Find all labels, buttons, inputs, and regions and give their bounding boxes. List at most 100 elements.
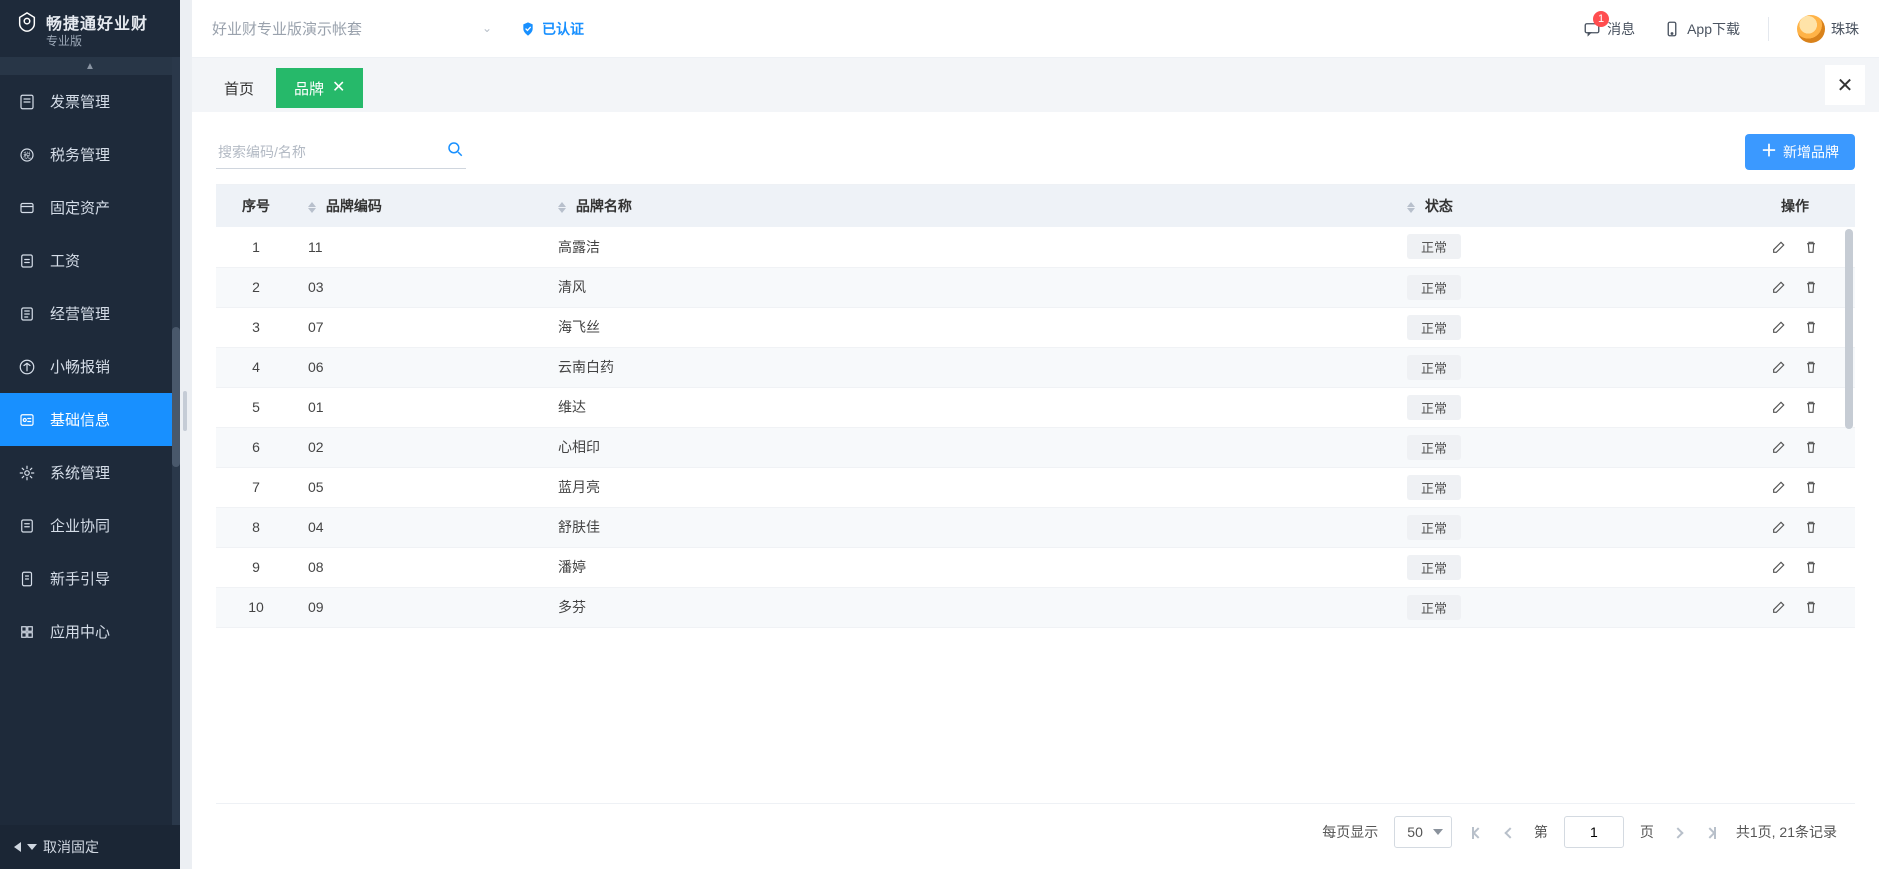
cell-seq: 2	[216, 267, 296, 307]
sidebar-item-collab[interactable]: 企业协同	[0, 499, 180, 552]
verified-badge[interactable]: 已认证	[520, 19, 584, 39]
sidebar-item-invoice[interactable]: 发票管理	[0, 75, 180, 128]
pager-last[interactable]	[1702, 820, 1720, 844]
table-row[interactable]: 406云南白药正常	[216, 347, 1855, 387]
delete-icon[interactable]	[1803, 439, 1819, 455]
edit-icon[interactable]	[1771, 479, 1787, 495]
sidebar-item-apps[interactable]: 应用中心	[0, 605, 180, 658]
cell-name: 心相印	[546, 427, 1395, 467]
system-icon	[18, 464, 36, 482]
sidebar-item-label: 企业协同	[50, 515, 110, 536]
status-badge: 正常	[1407, 234, 1461, 259]
sort-icon[interactable]	[1407, 202, 1415, 213]
cell-status: 正常	[1395, 227, 1735, 267]
cell-name: 维达	[546, 387, 1395, 427]
sidebar-unpin-button[interactable]: 取消固定	[0, 825, 180, 869]
table-row[interactable]: 705蓝月亮正常	[216, 467, 1855, 507]
per-page-select[interactable]: 50	[1394, 816, 1452, 848]
sidebar-splitter[interactable]	[180, 0, 192, 869]
tabs-close-all[interactable]: ✕	[1825, 65, 1865, 105]
search-icon[interactable]	[446, 140, 464, 158]
table-row[interactable]: 307海飞丝正常	[216, 307, 1855, 347]
cell-name: 清风	[546, 267, 1395, 307]
search-input[interactable]	[216, 136, 466, 169]
edit-icon[interactable]	[1771, 239, 1787, 255]
tab-home-label: 首页	[224, 78, 254, 99]
tab-brand-label: 品牌	[294, 78, 324, 99]
sidebar-item-basic[interactable]: 基础信息	[0, 393, 180, 446]
add-brand-button[interactable]: ＋ 新增品牌	[1745, 134, 1855, 170]
table-row[interactable]: 501维达正常	[216, 387, 1855, 427]
app-download-button[interactable]: App下载	[1663, 19, 1740, 39]
th-name[interactable]: 品牌名称	[546, 185, 1395, 227]
cell-seq: 7	[216, 467, 296, 507]
sidebar-item-operate[interactable]: 经营管理	[0, 287, 180, 340]
table-row[interactable]: 804舒肤佳正常	[216, 507, 1855, 547]
cell-ops	[1735, 307, 1855, 347]
table-row[interactable]: 203清风正常	[216, 267, 1855, 307]
cell-name: 潘婷	[546, 547, 1395, 587]
close-icon[interactable]: ✕	[332, 80, 345, 96]
delete-icon[interactable]	[1803, 279, 1819, 295]
sidebar-item-asset[interactable]: 固定资产	[0, 181, 180, 234]
sort-icon[interactable]	[308, 202, 316, 213]
cell-seq: 1	[216, 227, 296, 267]
reimburse-icon	[18, 358, 36, 376]
edit-icon[interactable]	[1771, 439, 1787, 455]
account-select[interactable]: 好业财专业版演示帐套 ⌄	[212, 18, 492, 40]
th-code[interactable]: 品牌编码	[296, 185, 546, 227]
pager-next[interactable]	[1670, 820, 1686, 844]
cell-name: 云南白药	[546, 347, 1395, 387]
table-row[interactable]: 1009多芬正常	[216, 587, 1855, 627]
sidebar-scroll-up-hint[interactable]: ▲	[0, 57, 180, 75]
edit-icon[interactable]	[1771, 599, 1787, 615]
delete-icon[interactable]	[1803, 599, 1819, 615]
status-badge: 正常	[1407, 315, 1461, 340]
messages-button[interactable]: 1 消息	[1583, 19, 1635, 39]
page-number-input[interactable]	[1564, 816, 1624, 848]
cell-status: 正常	[1395, 307, 1735, 347]
pager-first[interactable]	[1468, 820, 1486, 844]
edit-icon[interactable]	[1771, 359, 1787, 375]
sidebar-item-tax[interactable]: 税税务管理	[0, 128, 180, 181]
edit-icon[interactable]	[1771, 399, 1787, 415]
sidebar-item-guide[interactable]: 新手引导	[0, 552, 180, 605]
plus-icon: ＋	[1761, 144, 1777, 160]
delete-icon[interactable]	[1803, 399, 1819, 415]
app-download-label: App下载	[1687, 19, 1740, 39]
sidebar-item-salary[interactable]: 工资	[0, 234, 180, 287]
delete-icon[interactable]	[1803, 519, 1819, 535]
table-row[interactable]: 111高露洁正常	[216, 227, 1855, 267]
cell-name: 高露洁	[546, 227, 1395, 267]
table-row[interactable]: 602心相印正常	[216, 427, 1855, 467]
edit-icon[interactable]	[1771, 319, 1787, 335]
delete-icon[interactable]	[1803, 239, 1819, 255]
sort-icon[interactable]	[558, 202, 566, 213]
delete-icon[interactable]	[1803, 559, 1819, 575]
cell-code: 09	[296, 587, 546, 627]
tab-brand[interactable]: 品牌 ✕	[276, 68, 363, 108]
pager-prev[interactable]	[1502, 820, 1518, 844]
edit-icon[interactable]	[1771, 279, 1787, 295]
page-suffix: 页	[1640, 822, 1654, 842]
sidebar-scrollbar-thumb[interactable]	[172, 327, 180, 467]
user-menu[interactable]: 珠珠	[1797, 15, 1859, 43]
cell-ops	[1735, 227, 1855, 267]
table-row[interactable]: 908潘婷正常	[216, 547, 1855, 587]
delete-icon[interactable]	[1803, 319, 1819, 335]
th-seq[interactable]: 序号	[216, 185, 296, 227]
delete-icon[interactable]	[1803, 359, 1819, 375]
cell-name: 舒肤佳	[546, 507, 1395, 547]
edit-icon[interactable]	[1771, 519, 1787, 535]
sidebar-scroll: ▲ 发票管理税税务管理固定资产工资经营管理小畅报销基础信息系统管理企业协同新手引…	[0, 57, 180, 825]
table-scrollbar-thumb[interactable]	[1845, 229, 1853, 429]
cell-code: 07	[296, 307, 546, 347]
edit-icon[interactable]	[1771, 559, 1787, 575]
th-status[interactable]: 状态	[1395, 185, 1735, 227]
sidebar-item-system[interactable]: 系统管理	[0, 446, 180, 499]
sidebar-item-reimburse[interactable]: 小畅报销	[0, 340, 180, 393]
cell-ops	[1735, 347, 1855, 387]
status-badge: 正常	[1407, 355, 1461, 380]
tab-home[interactable]: 首页	[206, 68, 272, 108]
delete-icon[interactable]	[1803, 479, 1819, 495]
